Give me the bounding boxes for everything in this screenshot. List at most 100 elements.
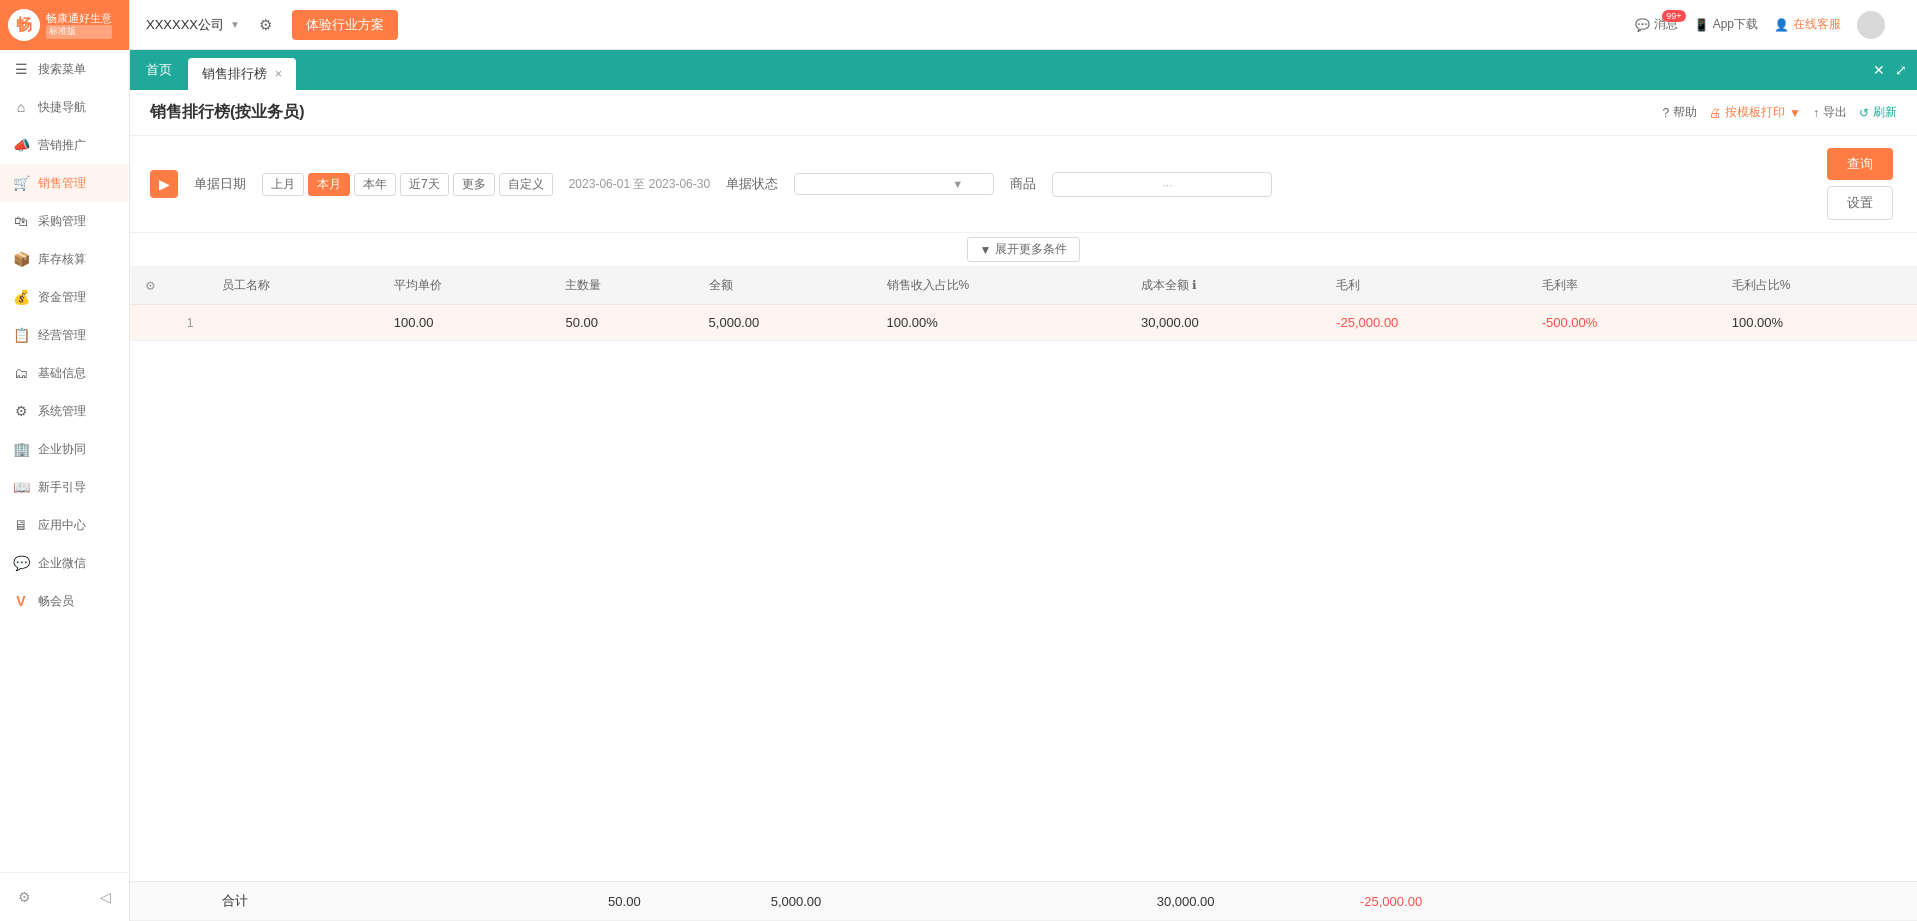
filter-bar: ▶ 单据日期 上月 本月 本年 近7天 更多 自定义 2023-06-01 至 … (130, 136, 1917, 233)
message-btn[interactable]: 💬 消息 99+ (1635, 16, 1678, 33)
date-btn-more[interactable]: 更多 (453, 173, 495, 196)
marketing-icon: 📣 (12, 136, 30, 154)
sales-icon: 🛒 (12, 174, 30, 192)
sidebar-label-finance: 资金管理 (38, 289, 86, 306)
col-gross: 毛利 (1324, 267, 1530, 305)
sidebar-label-enterprise: 企业协同 (38, 441, 86, 458)
service-icon: 👤 (1774, 18, 1789, 32)
sidebar-item-inventory[interactable]: 📦 库存核算 (0, 240, 129, 278)
footer-row: 合计 50.00 5,000.00 30,000.00 -25,000.00 (130, 882, 1917, 921)
date-buttons: 上月 本月 本年 近7天 更多 自定义 (262, 173, 553, 196)
tab-close-icon[interactable]: × (275, 67, 282, 81)
company-selector[interactable]: XXXXXX公司 ▼ (146, 16, 240, 34)
sidebar-item-basic[interactable]: 🗂 基础信息 (0, 354, 129, 392)
settings-gear-btn[interactable]: ⚙ (252, 11, 280, 39)
product-dots-icon: ··· (1162, 177, 1261, 192)
page-content: 销售排行榜(按业务员) ? 帮助 🖨 按模板打印 ▼ ↑ 导出 ↺ 刷新 (130, 90, 1917, 921)
sidebar-item-marketing[interactable]: 📣 营销推广 (0, 126, 129, 164)
settings-button[interactable]: 设置 (1827, 186, 1893, 220)
table-area: ⚙ 员工名称 平均单价 主数量 全额 销售收入占比% 成本全额 ℹ 毛利 毛利率… (130, 267, 1917, 921)
window-maximize-btn[interactable]: ⤢ (1895, 62, 1907, 78)
table-wrapper: ⚙ 员工名称 平均单价 主数量 全额 销售收入占比% 成本全额 ℹ 毛利 毛利率… (130, 267, 1917, 881)
sidebar-item-finance[interactable]: 💰 资金管理 (0, 278, 129, 316)
col-settings-icon[interactable]: ⚙ (145, 279, 156, 293)
online-service-btn[interactable]: 👤 在线客服 (1774, 16, 1841, 33)
sidebar-item-operation[interactable]: 📋 经营管理 (0, 316, 129, 354)
window-close-btn[interactable]: ✕ (1873, 62, 1885, 78)
sidebar-item-guide[interactable]: 📖 新手引导 (0, 468, 129, 506)
sidebar-label-apps: 应用中心 (38, 517, 86, 534)
main-area: XXXXXX公司 ▼ ⚙ 体验行业方案 💬 消息 99+ 📱 App下载 👤 在… (130, 0, 1917, 921)
footer-cost: 30,000.00 (1145, 882, 1348, 921)
tab-sales-ranking[interactable]: 销售排行榜 × (188, 58, 296, 90)
sidebar-label-guide: 新手引导 (38, 479, 86, 496)
sidebar-item-search[interactable]: ☰ 搜索菜单 (0, 50, 129, 88)
date-btn-7days[interactable]: 近7天 (400, 173, 449, 196)
date-btn-this-month[interactable]: 本月 (308, 173, 350, 196)
date-btn-this-year[interactable]: 本年 (354, 173, 396, 196)
table-header-row: ⚙ 员工名称 平均单价 主数量 全额 销售收入占比% 成本全额 ℹ 毛利 毛利率… (130, 267, 1917, 305)
expand-conditions-btn[interactable]: ▼ 展开更多条件 (967, 237, 1081, 262)
user-avatar[interactable] (1857, 11, 1885, 39)
print-btn[interactable]: 🖨 按模板打印 ▼ (1709, 104, 1801, 121)
app-download-btn[interactable]: 📱 App下载 (1694, 16, 1758, 33)
app-label: App下载 (1713, 16, 1758, 33)
footer-label: 合计 (210, 882, 413, 921)
sidebar-item-sales[interactable]: 🛒 销售管理 (0, 164, 129, 202)
footer-gross-rate (1551, 882, 1734, 921)
col-rank (170, 267, 210, 305)
row-qty: 50.00 (553, 305, 696, 341)
col-qty: 主数量 (553, 267, 696, 305)
expand-icon: ▼ (980, 243, 992, 257)
print-icon: 🖨 (1709, 106, 1721, 120)
help-label: 帮助 (1673, 104, 1697, 121)
page-actions: ? 帮助 🖨 按模板打印 ▼ ↑ 导出 ↺ 刷新 (1662, 104, 1897, 121)
refresh-btn[interactable]: ↺ 刷新 (1859, 104, 1897, 121)
sidebar-item-apps[interactable]: 🖥 应用中心 (0, 506, 129, 544)
topbar-right: 💬 消息 99+ 📱 App下载 👤 在线客服 (1635, 11, 1901, 39)
export-btn[interactable]: ↑ 导出 (1813, 104, 1847, 121)
footer-rank-col (170, 882, 210, 921)
footer-settings-col (130, 882, 170, 921)
filter-toggle-btn[interactable]: ▶ (150, 170, 178, 198)
sidebar-label-vip: 畅会员 (38, 593, 74, 610)
sidebar-label-system: 系统管理 (38, 403, 86, 420)
footer-amount: 5,000.00 (759, 882, 942, 921)
export-icon: ↑ (1813, 106, 1819, 120)
refresh-icon: ↺ (1859, 106, 1869, 120)
tab-home[interactable]: 首页 (130, 50, 188, 90)
help-btn[interactable]: ? 帮助 (1662, 104, 1697, 121)
app-logo: 畅 畅康通好生意 标准版 (0, 0, 129, 50)
sidebar-collapse-btn[interactable]: ◁ (91, 883, 119, 911)
basic-icon: 🗂 (12, 364, 30, 382)
status-select[interactable]: ▼ (794, 173, 994, 195)
sidebar-item-wechat[interactable]: 💬 企业微信 (0, 544, 129, 582)
sidebar-settings-btn[interactable]: ⚙ (10, 883, 38, 911)
logo-badge: 标准版 (46, 25, 112, 39)
product-label: 商品 (1010, 175, 1036, 193)
row-settings (130, 305, 170, 341)
query-button[interactable]: 查询 (1827, 148, 1893, 180)
home-icon: ⌂ (12, 98, 30, 116)
sidebar-label-search: 搜索菜单 (38, 61, 86, 78)
tabbar: 首页 销售排行榜 × ✕ ⤢ (130, 50, 1917, 90)
sidebar-label-basic: 基础信息 (38, 365, 86, 382)
date-btn-custom[interactable]: 自定义 (499, 173, 553, 196)
sidebar-label-inventory: 库存核算 (38, 251, 86, 268)
sidebar-label-operation: 经营管理 (38, 327, 86, 344)
apps-icon: 🖥 (12, 516, 30, 534)
sidebar-item-vip[interactable]: V 畅会员 (0, 582, 129, 620)
sidebar-item-system[interactable]: ⚙ 系统管理 (0, 392, 129, 430)
sidebar-label-wechat: 企业微信 (38, 555, 86, 572)
inventory-icon: 📦 (12, 250, 30, 268)
tab-label: 销售排行榜 (202, 65, 267, 83)
sidebar-item-enterprise[interactable]: 🏢 企业协同 (0, 430, 129, 468)
date-btn-last-month[interactable]: 上月 (262, 173, 304, 196)
product-select[interactable]: ··· (1052, 172, 1272, 197)
sidebar-item-purchase[interactable]: 🛍 采购管理 (0, 202, 129, 240)
wechat-icon: 💬 (12, 554, 30, 572)
table-row: 1 100.00 50.00 5,000.00 100.00% 30,000.0… (130, 305, 1917, 341)
trial-button[interactable]: 体验行业方案 (292, 10, 398, 40)
print-chevron-icon: ▼ (1789, 106, 1801, 120)
sidebar-item-shortcut[interactable]: ⌂ 快捷导航 (0, 88, 129, 126)
